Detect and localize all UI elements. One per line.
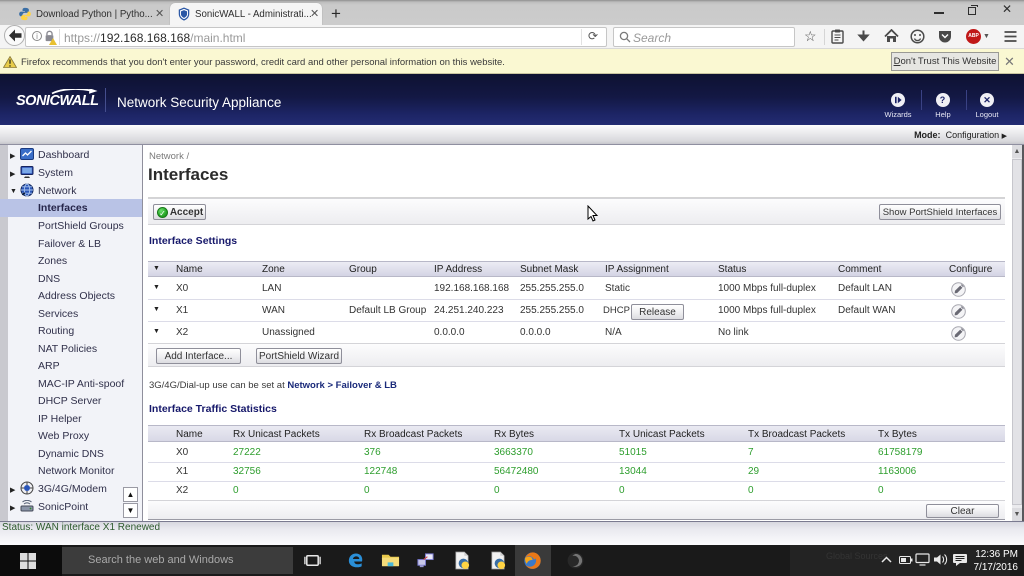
svg-text:SONICWALL: SONICWALL [16,93,99,109]
